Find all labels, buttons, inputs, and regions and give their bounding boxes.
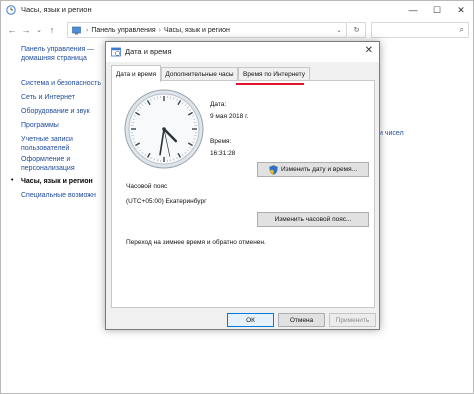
change-timezone-label: Изменить часовой пояс... [274, 216, 352, 223]
sidebar-item-accessibility[interactable]: Специальные возможн [21, 191, 111, 200]
address-dropdown-icon[interactable]: ⌄ [336, 26, 342, 34]
breadcrumb-separator: › [86, 26, 89, 34]
apply-button[interactable]: Применить [329, 313, 376, 327]
sidebar-item-home[interactable]: Панель управления — домашняя страница [21, 45, 105, 63]
date-time-icon [111, 47, 121, 57]
forward-arrow-icon[interactable]: → [19, 23, 33, 37]
cancel-label: Отмена [289, 316, 314, 324]
date-label: Дата: [210, 101, 227, 108]
tab-additional-clocks[interactable]: Дополнительные часы [161, 67, 238, 81]
tab-date-time[interactable]: Дата и время [111, 65, 161, 82]
time-value: 16:31:28 [210, 150, 236, 157]
clock-region-icon [6, 5, 16, 15]
tab-panel: Дата: 9 мая 2018 г. Время: 16:31:28 Изме… [111, 80, 375, 308]
up-arrow-icon[interactable]: ↑ [45, 23, 59, 37]
change-date-time-button[interactable]: Изменить дату и время... [257, 162, 369, 177]
dst-note: Переход на зимнее время и обратно отмене… [126, 239, 266, 246]
cancel-button[interactable]: Отмена [278, 313, 325, 327]
tab-highlight-underline [236, 83, 304, 85]
timezone-label: Часовой пояс [126, 183, 168, 190]
sidebar-item-system-security[interactable]: Система и безопасность [21, 79, 111, 88]
sidebar-item-appearance[interactable]: Оформление и персонализация [21, 155, 105, 173]
dialog-title: Дата и время [125, 47, 172, 56]
minimize-button[interactable]: — [401, 1, 425, 19]
recent-locations-icon[interactable]: ⌄ [32, 23, 46, 37]
sidebar-item-programs[interactable]: Программы [21, 121, 111, 130]
region-link-fragment[interactable]: и чисел [379, 130, 404, 137]
search-icon: ⌕ [459, 25, 464, 34]
date-value: 9 мая 2018 г. [210, 113, 249, 120]
sidebar-item-user-accounts[interactable]: Учетные записи пользователей [21, 135, 99, 153]
maximize-button[interactable]: ☐ [425, 1, 449, 19]
apply-label: Применить [335, 316, 370, 324]
breadcrumb-control-panel[interactable]: Панель управления [91, 27, 155, 34]
analog-clock [124, 89, 204, 169]
breadcrumb-clock-region[interactable]: Часы, язык и регион [164, 27, 230, 34]
sidebar-item-clock-region[interactable]: Часы, язык и регион [21, 177, 111, 186]
ok-label: ОК [246, 316, 255, 324]
refresh-icon[interactable]: ↻ [348, 22, 366, 38]
timezone-value: (UTC+05:00) Екатеринбург [126, 198, 207, 205]
navigation-bar: ← → ⌄ ↑ › Панель управления › Часы, язык… [1, 19, 473, 41]
back-arrow-icon[interactable]: ← [5, 23, 19, 37]
sidebar-item-network[interactable]: Сеть и Интернет [21, 93, 111, 102]
current-item-bullet: • [11, 177, 14, 184]
breadcrumb-separator: › [158, 26, 161, 34]
uac-shield-icon [269, 164, 278, 175]
sidebar-item-hardware-sound[interactable]: Оборудование и звук [21, 107, 111, 116]
tab-internet-time[interactable]: Время по Интернету [238, 67, 310, 81]
search-input[interactable]: ⌕ [371, 22, 469, 38]
control-panel-icon [72, 26, 81, 34]
change-date-time-label: Изменить дату и время... [280, 166, 358, 173]
address-bar[interactable]: › Панель управления › Часы, язык и регио… [67, 22, 347, 38]
change-timezone-button[interactable]: Изменить часовой пояс... [257, 212, 369, 227]
ok-button[interactable]: ОК [227, 313, 274, 327]
dialog-titlebar: Дата и время ✕ [106, 42, 379, 62]
control-panel-titlebar: Часы, язык и регион — ☐ ✕ [1, 1, 473, 19]
clock-center-pin [162, 127, 166, 131]
window-title: Часы, язык и регион [21, 5, 92, 14]
close-window-button[interactable]: ✕ [449, 1, 473, 19]
time-label: Время: [210, 138, 232, 145]
dialog-close-button[interactable]: ✕ [365, 45, 373, 56]
